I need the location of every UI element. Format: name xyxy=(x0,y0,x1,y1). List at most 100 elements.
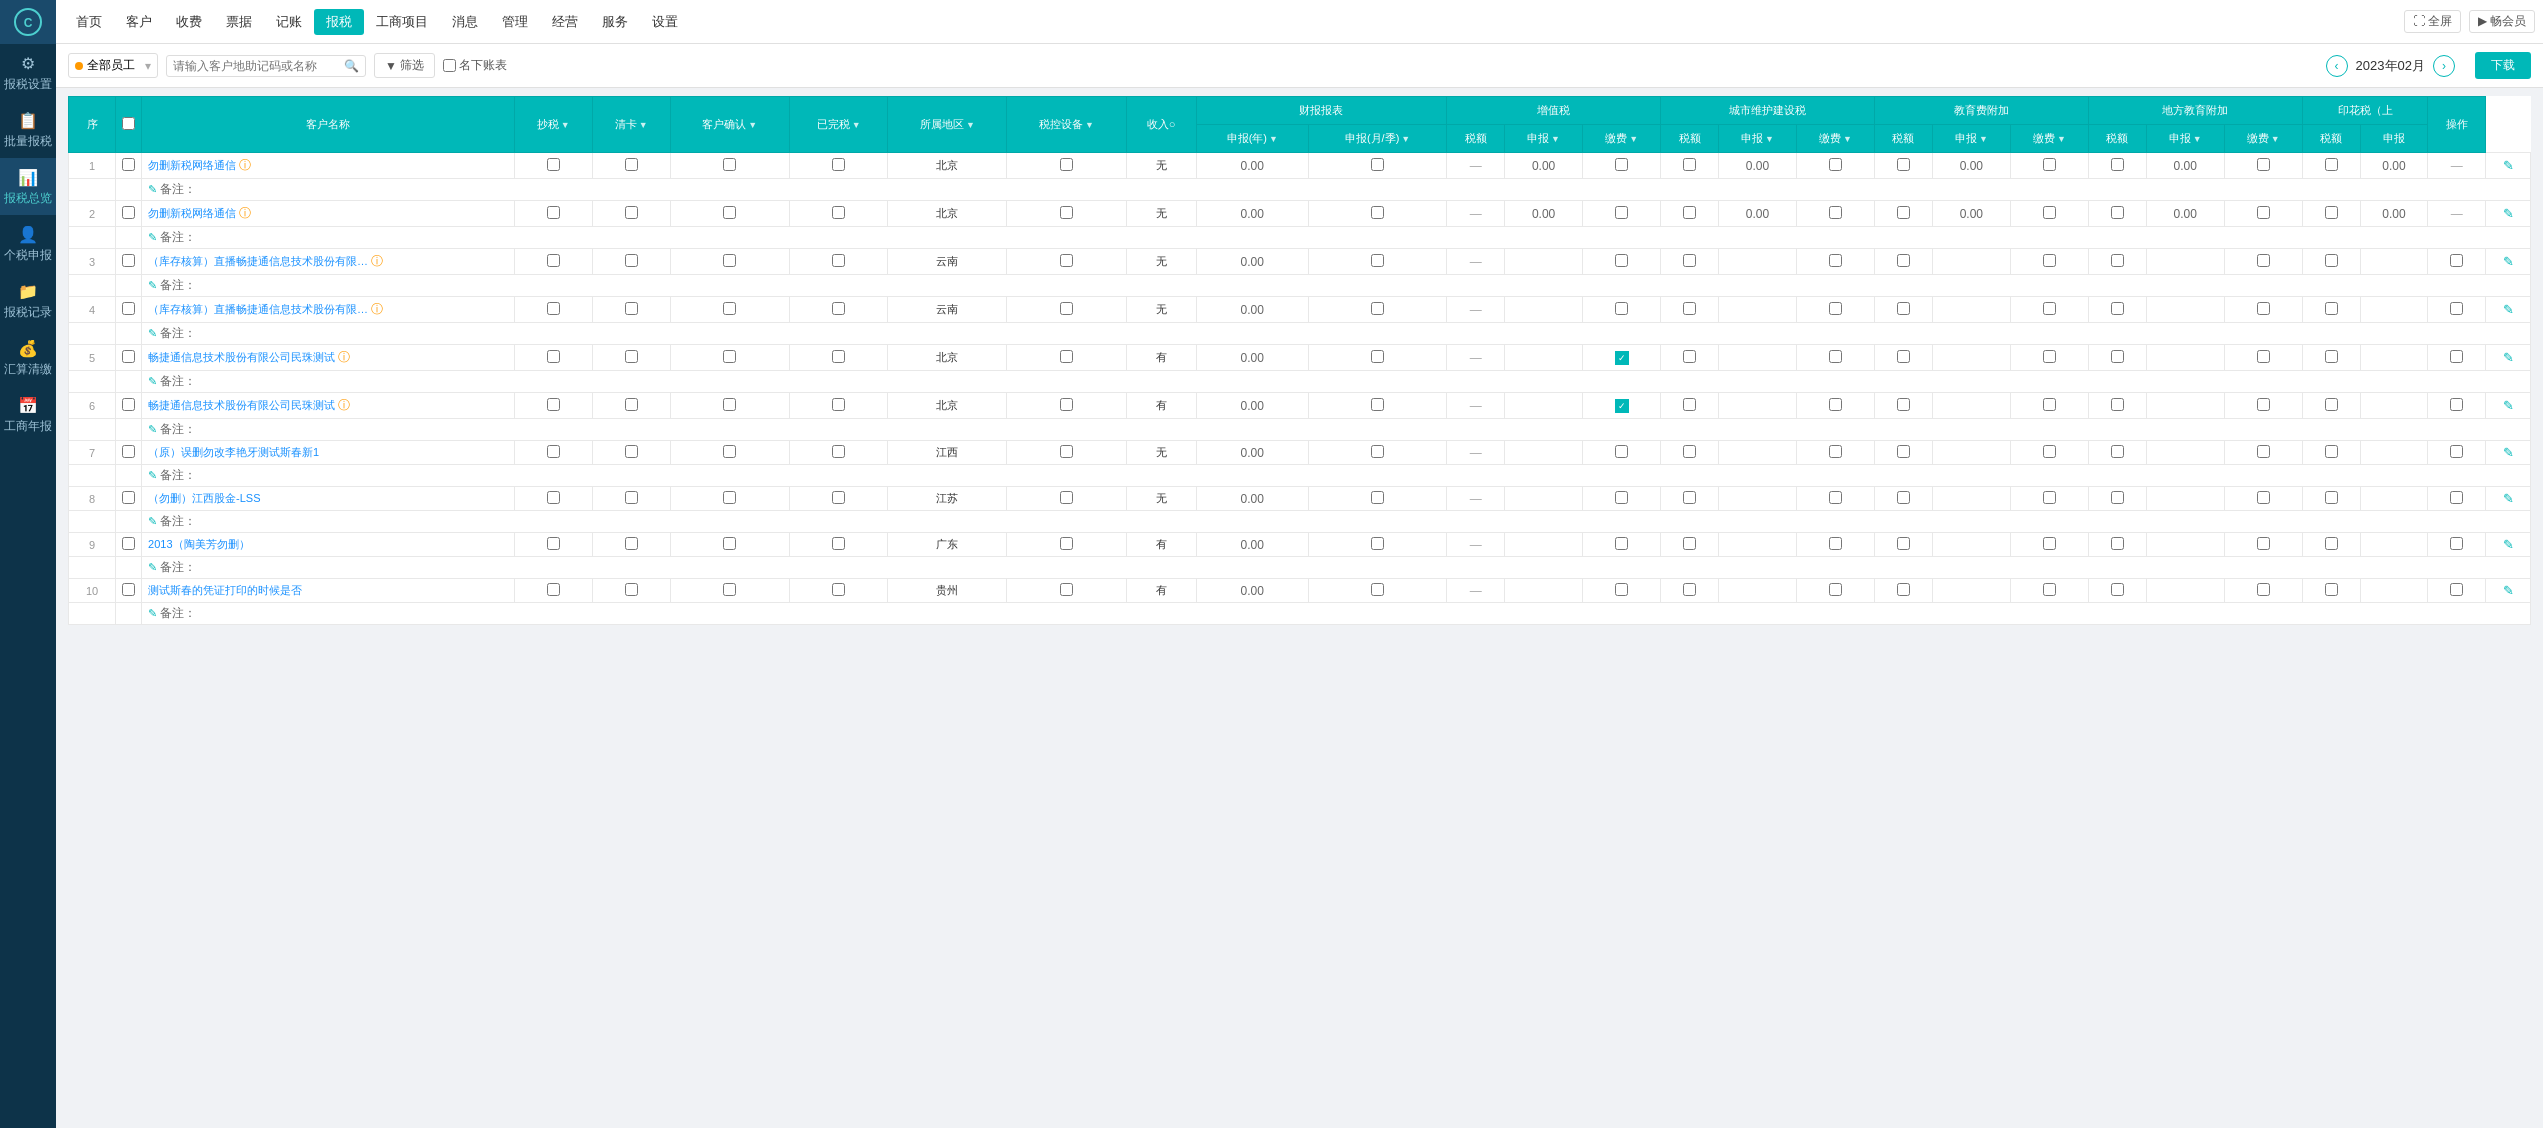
row-select-cell[interactable] xyxy=(116,441,142,465)
tax-type-cell[interactable] xyxy=(514,579,592,603)
city-report-cell[interactable] xyxy=(1796,297,1874,323)
reported-cell[interactable] xyxy=(789,297,888,323)
caiwu-nian-cell[interactable] xyxy=(1308,487,1446,511)
reported-cell[interactable] xyxy=(789,249,888,275)
row-select-cell[interactable] xyxy=(116,393,142,419)
client-confirm-cell[interactable] xyxy=(670,297,789,323)
local-pay-cell[interactable] xyxy=(2302,249,2360,275)
city-report-cell[interactable] xyxy=(1796,153,1874,179)
tax-type-cell[interactable] xyxy=(514,533,592,557)
row-select-checkbox[interactable] xyxy=(122,398,135,411)
caiwu-nian-cell[interactable] xyxy=(1308,153,1446,179)
client-confirm-cell[interactable] xyxy=(670,249,789,275)
note-pencil-icon[interactable]: ✎ xyxy=(148,375,157,387)
note-pencil-icon[interactable]: ✎ xyxy=(148,423,157,435)
client-confirm-cell[interactable] xyxy=(670,153,789,179)
row-select-checkbox[interactable] xyxy=(122,583,135,596)
note-cell[interactable]: ✎ 备注： xyxy=(142,371,2531,393)
nav-gongshang[interactable]: 工商项目 xyxy=(364,9,440,35)
note-pencil-icon[interactable]: ✎ xyxy=(148,515,157,527)
tax-control-cell[interactable] xyxy=(1007,487,1126,511)
client-name[interactable]: （原）误删勿改李艳牙测试斯春新1 xyxy=(142,441,515,465)
zz-report-cell[interactable] xyxy=(1583,249,1661,275)
local-report-cell[interactable] xyxy=(2224,153,2302,179)
zz-pay-cell[interactable] xyxy=(1661,441,1719,465)
caiwu-nian-cell[interactable] xyxy=(1308,297,1446,323)
row-select-checkbox[interactable] xyxy=(122,254,135,267)
edu-pay-cell[interactable] xyxy=(2088,393,2146,419)
note-pencil-icon[interactable]: ✎ xyxy=(148,607,157,619)
edu-pay-cell[interactable] xyxy=(2088,297,2146,323)
action-cell[interactable]: ✎ xyxy=(2486,533,2531,557)
action-cell[interactable]: ✎ xyxy=(2486,487,2531,511)
city-report-cell[interactable] xyxy=(1796,249,1874,275)
zz-report-cell[interactable] xyxy=(1583,153,1661,179)
warning-icon[interactable]: ⓘ xyxy=(371,302,383,316)
city-pay-cell[interactable] xyxy=(1875,487,1933,511)
row-checkbox[interactable] xyxy=(1615,583,1628,596)
tax-control-cell[interactable] xyxy=(1007,201,1126,227)
note-cell[interactable]: ✎ 备注： xyxy=(142,603,2531,625)
nav-piaoju[interactable]: 票据 xyxy=(214,9,264,35)
filter-button[interactable]: ▼ 筛选 xyxy=(374,53,435,78)
local-report-cell[interactable] xyxy=(2224,533,2302,557)
client-confirm-cell[interactable] xyxy=(670,441,789,465)
edit-icon[interactable]: ✎ xyxy=(2503,583,2514,598)
row-select-checkbox[interactable] xyxy=(122,491,135,504)
note-pencil-icon[interactable]: ✎ xyxy=(148,561,157,573)
row-select-cell[interactable] xyxy=(116,579,142,603)
clear-card-cell[interactable] xyxy=(592,153,670,179)
city-pay-cell[interactable] xyxy=(1875,579,1933,603)
local-pay-cell[interactable] xyxy=(2302,533,2360,557)
reported-cell[interactable] xyxy=(789,201,888,227)
clear-card-cell[interactable] xyxy=(592,533,670,557)
tax-control-cell[interactable] xyxy=(1007,153,1126,179)
client-name[interactable]: 畅捷通信息技术股份有限公司民珠测试ⓘ xyxy=(142,393,515,419)
nav-xiaoxi[interactable]: 消息 xyxy=(440,9,490,35)
zz-report-cell[interactable]: ✓ xyxy=(1583,393,1661,419)
city-pay-cell[interactable] xyxy=(1875,153,1933,179)
clear-card-cell[interactable] xyxy=(592,393,670,419)
note-cell[interactable]: ✎ 备注： xyxy=(142,511,2531,533)
edit-icon[interactable]: ✎ xyxy=(2503,302,2514,317)
edu-report-cell[interactable] xyxy=(2010,297,2088,323)
tax-type-cell[interactable] xyxy=(514,249,592,275)
local-report-cell[interactable] xyxy=(2224,297,2302,323)
client-name[interactable]: 测试斯春的凭证打印的时候是否 xyxy=(142,579,515,603)
note-pencil-icon[interactable]: ✎ xyxy=(148,231,157,243)
action-cell[interactable]: ✎ xyxy=(2486,153,2531,179)
stamp-report-cell[interactable] xyxy=(2428,345,2486,371)
city-pay-cell[interactable] xyxy=(1875,297,1933,323)
note-pencil-icon[interactable]: ✎ xyxy=(148,183,157,195)
edit-icon[interactable]: ✎ xyxy=(2503,537,2514,552)
row-checkbox[interactable] xyxy=(1615,206,1628,219)
nav-shoufei[interactable]: 收费 xyxy=(164,9,214,35)
nav-guanli[interactable]: 管理 xyxy=(490,9,540,35)
edu-report-cell[interactable] xyxy=(2010,579,2088,603)
edu-pay-cell[interactable] xyxy=(2088,441,2146,465)
action-cell[interactable]: ✎ xyxy=(2486,201,2531,227)
caiwu-nian-cell[interactable] xyxy=(1308,249,1446,275)
edit-icon[interactable]: ✎ xyxy=(2503,206,2514,221)
stamp-report-cell[interactable] xyxy=(2428,441,2486,465)
client-name[interactable]: （库存核算）直播畅捷通信息技术股份有限…ⓘ xyxy=(142,249,515,275)
edu-report-cell[interactable] xyxy=(2010,393,2088,419)
zz-pay-cell[interactable] xyxy=(1661,487,1719,511)
edit-icon[interactable]: ✎ xyxy=(2503,491,2514,506)
caiwu-nian-cell[interactable] xyxy=(1308,533,1446,557)
edu-pay-cell[interactable] xyxy=(2088,487,2146,511)
tax-control-cell[interactable] xyxy=(1007,393,1126,419)
local-report-cell[interactable] xyxy=(2224,487,2302,511)
caiwu-nian-cell[interactable] xyxy=(1308,393,1446,419)
edu-report-cell[interactable] xyxy=(2010,345,2088,371)
local-report-cell[interactable] xyxy=(2224,393,2302,419)
client-name[interactable]: 畅捷通信息技术股份有限公司民珠测试ⓘ xyxy=(142,345,515,371)
client-name[interactable]: （库存核算）直播畅捷通信息技术股份有限…ⓘ xyxy=(142,297,515,323)
note-pencil-icon[interactable]: ✎ xyxy=(148,327,157,339)
reported-cell[interactable] xyxy=(789,441,888,465)
city-pay-cell[interactable] xyxy=(1875,249,1933,275)
select-all-checkbox[interactable] xyxy=(122,117,135,130)
client-confirm-cell[interactable] xyxy=(670,393,789,419)
city-report-cell[interactable] xyxy=(1796,533,1874,557)
city-pay-cell[interactable] xyxy=(1875,533,1933,557)
